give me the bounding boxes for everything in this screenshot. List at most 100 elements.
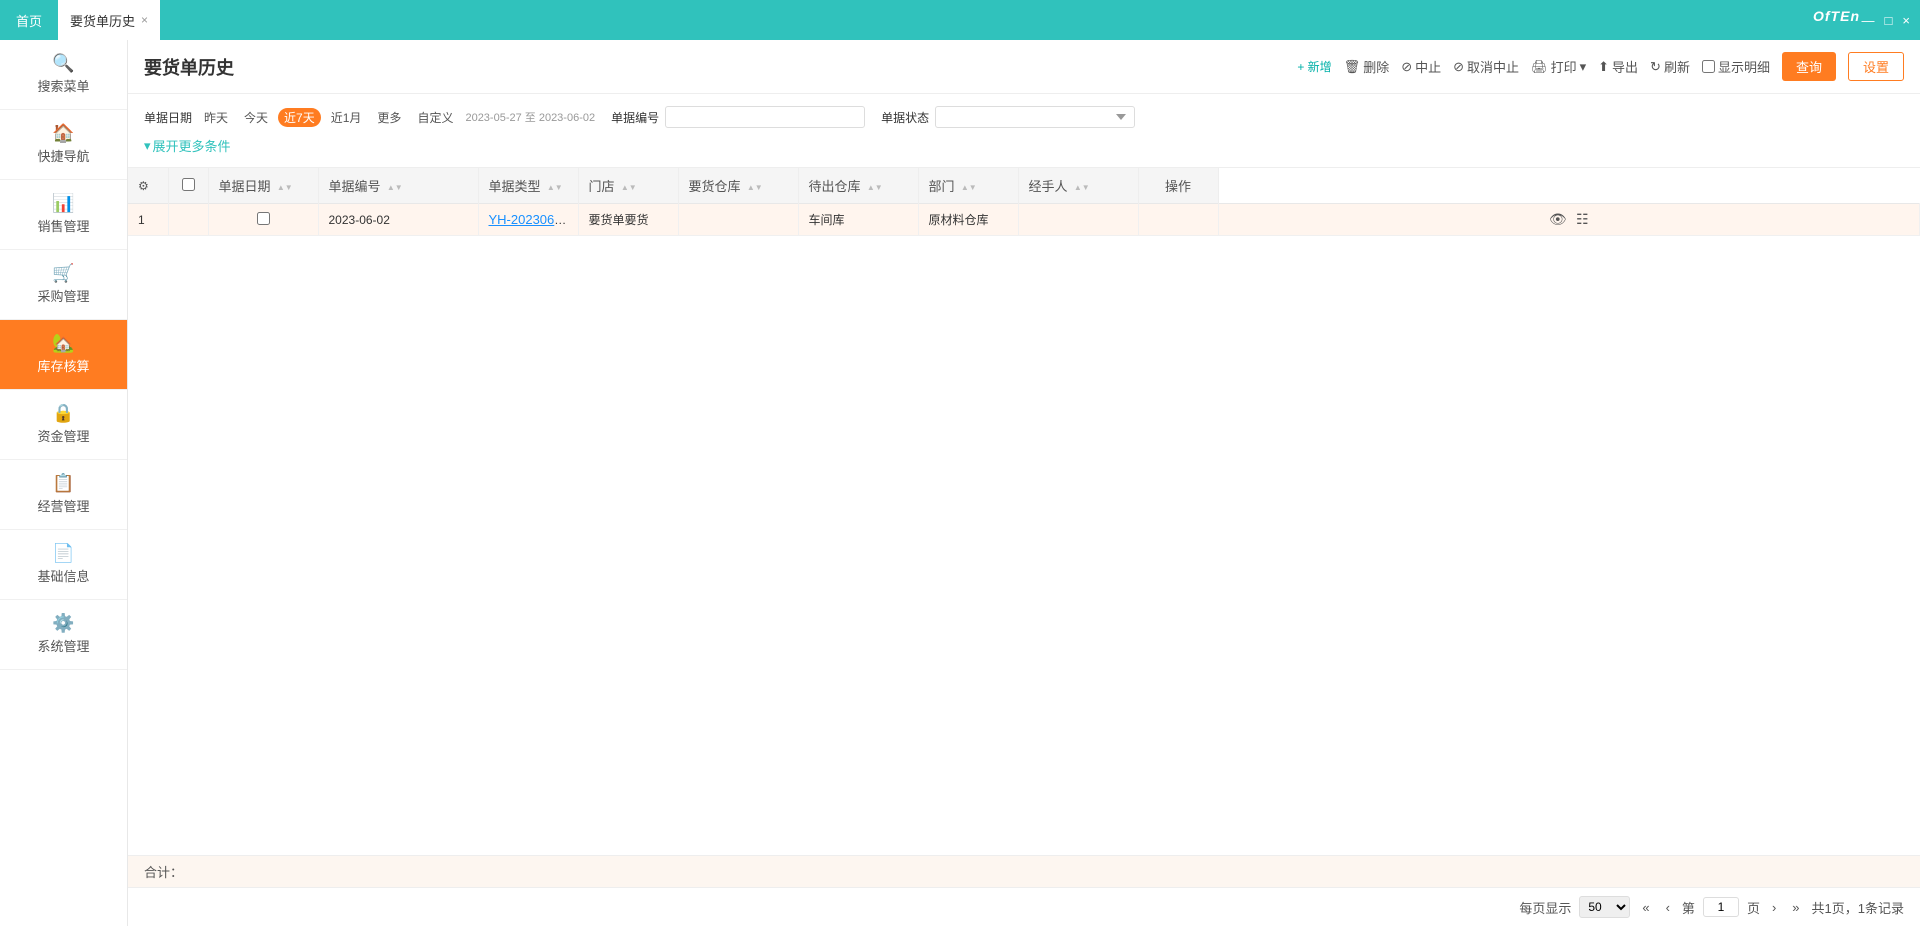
main-table: ⚙ 单据日期 ▲▼ 单据编号 ▲▼ 单据类型 (128, 168, 1920, 236)
sort-type-icon: ▲▼ (547, 184, 563, 192)
sort-pendwh-icon: ▲▼ (867, 184, 883, 192)
expand-more-icon: ▾ (144, 138, 151, 154)
row-edit-icon[interactable]: 👁 (1549, 211, 1567, 227)
date-btn-today[interactable]: 今天 (238, 108, 274, 127)
new-button[interactable]: + 新增 (1297, 58, 1331, 75)
date-btn-1month[interactable]: 近1月 (325, 108, 368, 127)
docno-filter-label: 单据编号 (611, 109, 659, 126)
table-row: 1 2023-06-02 YH-20230602-4 要货单要货 车间库 原材料… (128, 204, 1920, 236)
sidebar-item-system[interactable]: ⚙️ 系统管理 (0, 600, 127, 670)
th-docno[interactable]: 单据编号 ▲▼ (318, 168, 478, 204)
next-page-btn[interactable]: › (1768, 900, 1780, 915)
page-header: 要货单历史 + 新增 🗑 删除 ⊘ 中止 ⊘ 取消中止 🖨 打印 (128, 40, 1920, 94)
select-all-checkbox[interactable] (182, 178, 195, 191)
active-tab-label: 要货单历史 (70, 11, 135, 30)
brand-logo: OfTEn (1813, 8, 1860, 24)
date-btn-custom[interactable]: 自定义 (411, 108, 459, 127)
row-reqwh: 车间库 (798, 204, 918, 236)
sort-docno-icon: ▲▼ (387, 184, 403, 192)
sidebar-item-label: 经营管理 (37, 496, 89, 515)
sidebar-item-sales[interactable]: 📊 销售管理 (0, 180, 127, 250)
sidebar-item-inventory[interactable]: 🏡 库存核算 (0, 320, 127, 390)
stop-icon: ⊘ (1401, 59, 1412, 75)
stop-button[interactable]: ⊘ 中止 (1401, 57, 1441, 76)
per-page-select[interactable]: 10 20 50 100 (1579, 896, 1630, 918)
sort-reqwh-icon: ▲▼ (747, 184, 763, 192)
table-area: ⚙ 单据日期 ▲▼ 单据编号 ▲▼ 单据类型 (128, 168, 1920, 855)
th-check[interactable] (168, 168, 208, 204)
row-checkbox[interactable] (257, 212, 270, 225)
row-ops: 👁 ☷ (1218, 204, 1920, 236)
th-dept[interactable]: 部门 ▲▼ (918, 168, 1018, 204)
window-close-icon[interactable]: × (1902, 13, 1910, 28)
th-store[interactable]: 门店 ▲▼ (578, 168, 678, 204)
quick-nav-icon: 🏠 (52, 124, 74, 142)
last-page-btn[interactable]: » (1788, 900, 1803, 915)
sidebar-item-operations[interactable]: 📋 经营管理 (0, 460, 127, 530)
cancel-stop-button[interactable]: ⊘ 取消中止 (1453, 57, 1519, 76)
th-ops: 操作 (1138, 168, 1218, 204)
refresh-button[interactable]: ↻ 刷新 (1650, 57, 1690, 76)
th-pendwh[interactable]: 待出仓库 ▲▼ (798, 168, 918, 204)
date-btn-yesterday[interactable]: 昨天 (198, 108, 234, 127)
status-select[interactable] (935, 106, 1135, 128)
th-date[interactable]: 单据日期 ▲▼ (208, 168, 318, 204)
operations-icon: 📋 (52, 474, 74, 492)
content-area: 要货单历史 + 新增 🗑 删除 ⊘ 中止 ⊘ 取消中止 🖨 打印 (128, 40, 1920, 926)
tab-close-icon[interactable]: × (141, 13, 148, 27)
top-bar: 首页 要货单历史 × OfTEn — □ × (0, 0, 1920, 40)
system-icon: ⚙️ (52, 614, 74, 632)
row-pendwh: 原材料仓库 (918, 204, 1018, 236)
row-check[interactable] (208, 204, 318, 236)
delete-button[interactable]: 🗑 删除 (1344, 57, 1390, 76)
first-page-btn[interactable]: « (1638, 900, 1653, 915)
date-filter-label: 单据日期 (144, 109, 192, 126)
cancel-stop-icon: ⊘ (1453, 59, 1464, 75)
th-type[interactable]: 单据类型 ▲▼ (478, 168, 578, 204)
sort-dept-icon: ▲▼ (961, 184, 977, 192)
date-btn-7days[interactable]: 近7天 (278, 108, 321, 127)
sidebar-item-label: 采购管理 (37, 286, 89, 305)
active-tab[interactable]: 要货单历史 × (58, 0, 160, 40)
display-detail-checkbox[interactable] (1702, 60, 1715, 73)
row-dept (1018, 204, 1138, 236)
row-docno[interactable]: YH-20230602-4 (478, 204, 578, 236)
sidebar-item-label: 销售管理 (37, 216, 89, 235)
prev-page-btn[interactable]: ‹ (1662, 900, 1674, 915)
row-more-icon[interactable]: ☷ (1576, 211, 1589, 227)
display-detail-button[interactable]: 显示明细 (1702, 57, 1770, 76)
export-button[interactable]: ⬆ 导出 (1598, 57, 1638, 76)
th-handler[interactable]: 经手人 ▲▼ (1018, 168, 1138, 204)
date-btn-group: 昨天 今天 近7天 近1月 更多 自定义 (198, 108, 459, 127)
maximize-icon[interactable]: □ (1885, 13, 1893, 28)
export-icon: ⬆ (1598, 59, 1609, 75)
sidebar-item-basics[interactable]: 📄 基础信息 (0, 530, 127, 600)
th-settings[interactable]: ⚙ (128, 168, 168, 204)
th-reqwh[interactable]: 要货仓库 ▲▼ (678, 168, 798, 204)
row-settings (168, 204, 208, 236)
home-tab[interactable]: 首页 (0, 0, 58, 40)
docno-input[interactable] (665, 106, 865, 128)
sidebar-item-quick-nav[interactable]: 🏠 快捷导航 (0, 110, 127, 180)
settings-button[interactable]: 设置 (1848, 52, 1904, 81)
main-layout: 🔍 搜索菜单 🏠 快捷导航 📊 销售管理 🛒 采购管理 🏡 库存核算 🔒 资金管… (0, 40, 1920, 926)
date-btn-more[interactable]: 更多 (371, 108, 407, 127)
expand-more-btn[interactable]: ▾ 展开更多条件 (144, 136, 1904, 155)
sidebar-item-label: 快捷导航 (37, 146, 89, 165)
sidebar-item-purchase[interactable]: 🛒 采购管理 (0, 250, 127, 320)
sidebar-item-finance[interactable]: 🔒 资金管理 (0, 390, 127, 460)
docno-filter: 单据编号 (611, 106, 865, 128)
sidebar-item-label: 资金管理 (37, 426, 89, 445)
table-footer: 合计： (128, 855, 1920, 887)
print-button[interactable]: 🖨 打印 ▾ (1531, 57, 1586, 76)
filter-row: 单据日期 昨天 今天 近7天 近1月 更多 自定义 2023-05-27 至 2… (144, 106, 1904, 128)
sidebar-item-search-menu[interactable]: 🔍 搜索菜单 (0, 40, 127, 110)
status-filter-label: 单据状态 (881, 109, 929, 126)
query-button[interactable]: 查询 (1782, 52, 1836, 81)
search-menu-icon: 🔍 (52, 54, 74, 72)
minimize-icon[interactable]: — (1862, 13, 1875, 28)
sort-handler-icon: ▲▼ (1074, 184, 1090, 192)
sidebar-item-label: 基础信息 (37, 566, 89, 585)
page-input[interactable] (1703, 897, 1739, 917)
sort-date-icon: ▲▼ (277, 184, 293, 192)
